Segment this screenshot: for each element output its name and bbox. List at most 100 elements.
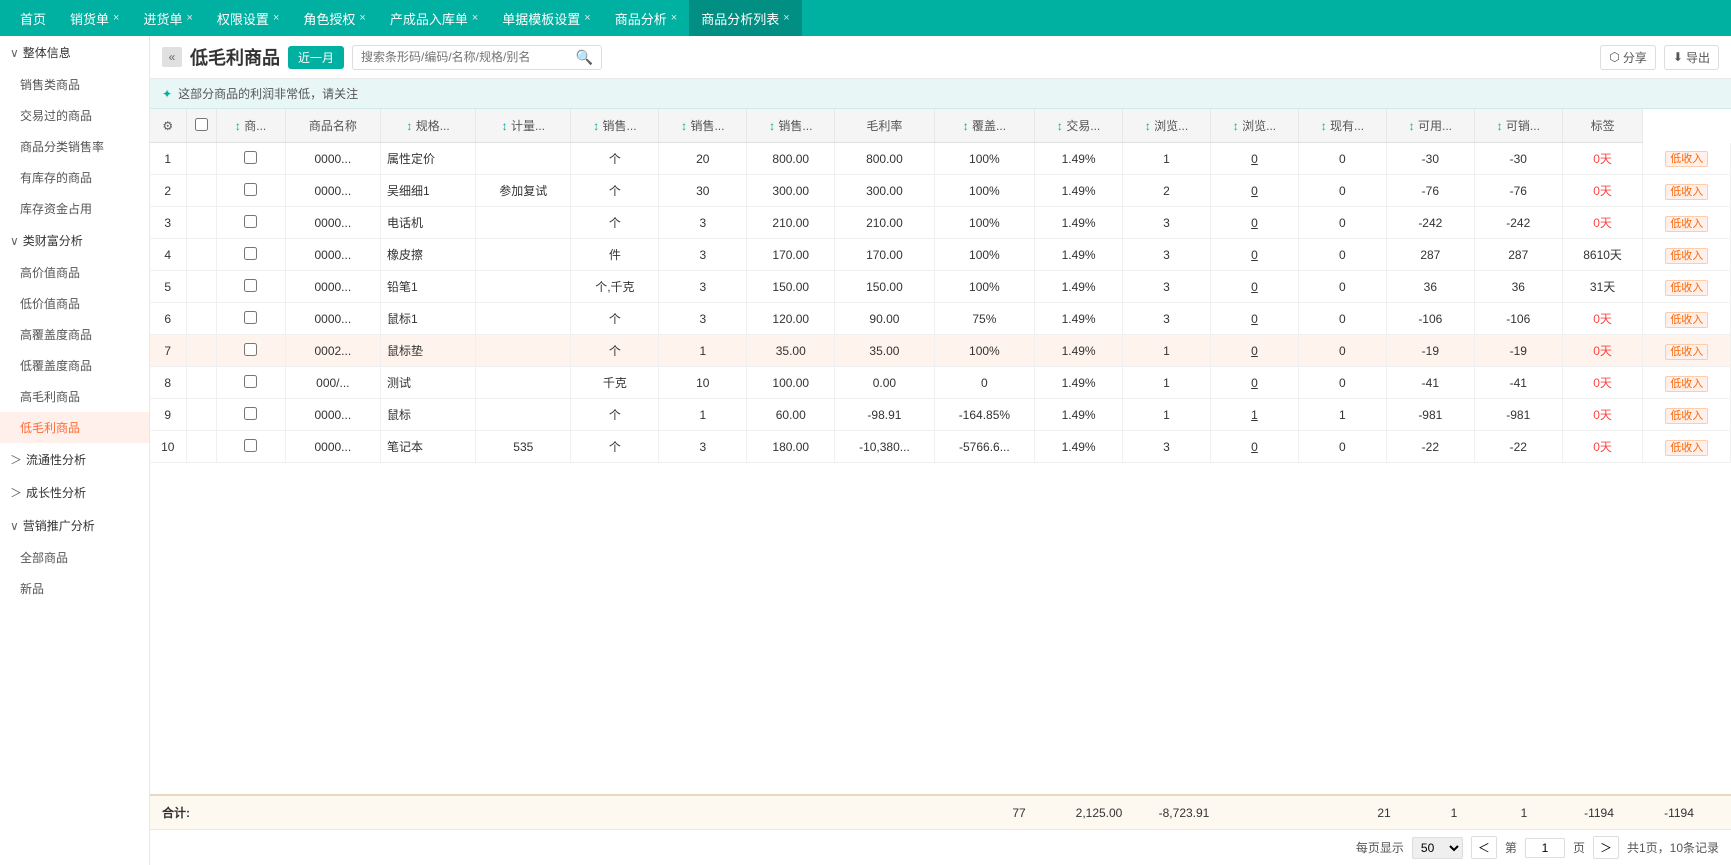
- sidebar-item-low-value[interactable]: 低价值商品: [0, 288, 149, 319]
- col-trans-count[interactable]: ↕ 交易...: [1035, 109, 1123, 143]
- close-icon[interactable]: ×: [584, 12, 590, 24]
- row-code: 0000...: [285, 431, 380, 463]
- row-browse1[interactable]: 0: [1210, 143, 1298, 175]
- row-browse1[interactable]: 0: [1210, 239, 1298, 271]
- nav-item-analysis-list[interactable]: 商品分析列表 ×: [689, 0, 801, 36]
- browse1-link[interactable]: 0: [1251, 280, 1258, 294]
- share-button[interactable]: ⬡ 分享: [1600, 45, 1656, 70]
- col-coverage[interactable]: ↕ 覆盖...: [934, 109, 1034, 143]
- close-icon[interactable]: ×: [186, 12, 192, 24]
- search-input[interactable]: [361, 50, 576, 64]
- close-icon[interactable]: ×: [113, 12, 119, 24]
- sidebar-item-low-coverage[interactable]: 低覆盖度商品: [0, 350, 149, 381]
- next-page-button[interactable]: ＞: [1593, 836, 1619, 859]
- sidebar-item-sales-products[interactable]: 销售类商品: [0, 69, 149, 100]
- row-checkbox[interactable]: [216, 399, 285, 431]
- col-sales-qty[interactable]: ↕ 销售...: [571, 109, 659, 143]
- row-code: 0000...: [285, 303, 380, 335]
- sidebar-section-overall[interactable]: ∨ 整体信息: [0, 36, 149, 69]
- nav-item-home[interactable]: 首页: [8, 0, 58, 36]
- col-unit[interactable]: ↕ 计量...: [476, 109, 571, 143]
- sidebar-section-growth[interactable]: ＞ 成长性分析: [0, 476, 149, 509]
- nav-item-purchase[interactable]: 进货单 ×: [131, 0, 204, 36]
- col-available-stock[interactable]: ↕ 可用...: [1386, 109, 1474, 143]
- browse1-link[interactable]: 0: [1251, 440, 1258, 454]
- row-code: 0000...: [285, 207, 380, 239]
- sidebar-section-marketing[interactable]: ∨ 营销推广分析: [0, 509, 149, 542]
- sidebar-section-wealth[interactable]: ∨ 类财富分析: [0, 224, 149, 257]
- row-checkbox[interactable]: [216, 335, 285, 367]
- row-browse1[interactable]: 0: [1210, 271, 1298, 303]
- close-icon[interactable]: ×: [359, 12, 365, 24]
- col-name[interactable]: 商品名称: [285, 109, 380, 143]
- col-browse1[interactable]: ↕ 浏览...: [1123, 109, 1211, 143]
- row-checkbox[interactable]: [216, 367, 285, 399]
- row-browse1[interactable]: 0: [1210, 303, 1298, 335]
- nav-item-roles[interactable]: 角色授权 ×: [291, 0, 377, 36]
- col-browse2[interactable]: ↕ 浏览...: [1210, 109, 1298, 143]
- nav-item-product-entry[interactable]: 产成品入库单 ×: [378, 0, 490, 36]
- browse1-link[interactable]: 0: [1251, 248, 1258, 262]
- per-page-select[interactable]: 50 10 20 100: [1412, 837, 1463, 859]
- row-browse1[interactable]: 0: [1210, 207, 1298, 239]
- browse1-link[interactable]: 0: [1251, 376, 1258, 390]
- browse1-link[interactable]: 0: [1251, 344, 1258, 358]
- export-button[interactable]: ⬇ 导出: [1664, 45, 1719, 70]
- col-sales-amount[interactable]: ↕ 销售...: [659, 109, 747, 143]
- search-icon[interactable]: 🔍: [576, 49, 593, 66]
- row-browse1[interactable]: 0: [1210, 175, 1298, 207]
- row-saleable-days: 0天: [1562, 143, 1643, 175]
- close-icon[interactable]: ×: [273, 12, 279, 24]
- select-all-checkbox[interactable]: [195, 118, 208, 131]
- nav-item-permissions[interactable]: 权限设置 ×: [205, 0, 291, 36]
- close-icon[interactable]: ×: [783, 12, 789, 24]
- sidebar-item-traded-products[interactable]: 交易过的商品: [0, 100, 149, 131]
- sidebar-item-high-value[interactable]: 高价值商品: [0, 257, 149, 288]
- row-sales-qty: 3: [659, 239, 747, 271]
- col-sales-profit[interactable]: ↕ 销售...: [747, 109, 835, 143]
- close-icon[interactable]: ×: [671, 12, 677, 24]
- nav-item-sales[interactable]: 销货单 ×: [58, 0, 131, 36]
- col-spec[interactable]: ↕ 规格...: [380, 109, 475, 143]
- sidebar-section-circulation[interactable]: ＞ 流通性分析: [0, 443, 149, 476]
- row-trans-count: 1: [1123, 399, 1211, 431]
- sidebar-item-category-sales-rate[interactable]: 商品分类销售率: [0, 131, 149, 162]
- row-checkbox[interactable]: [216, 431, 285, 463]
- row-browse1[interactable]: 0: [1210, 431, 1298, 463]
- browse1-link[interactable]: 0: [1251, 216, 1258, 230]
- sidebar-item-low-margin[interactable]: 低毛利商品: [0, 412, 149, 443]
- row-browse1[interactable]: 1: [1210, 399, 1298, 431]
- col-code[interactable]: ↕ 商...: [216, 109, 285, 143]
- browse1-link[interactable]: 0: [1251, 152, 1258, 166]
- col-saleable-stock[interactable]: ↕ 可销...: [1474, 109, 1562, 143]
- sidebar-item-in-stock[interactable]: 有库存的商品: [0, 162, 149, 193]
- row-checkbox[interactable]: [216, 175, 285, 207]
- col-gross-margin[interactable]: 毛利率: [835, 109, 934, 143]
- row-browse1[interactable]: 0: [1210, 335, 1298, 367]
- col-checkbox[interactable]: [186, 109, 216, 143]
- row-checkbox[interactable]: [216, 239, 285, 271]
- sidebar-item-all-products[interactable]: 全部商品: [0, 542, 149, 573]
- browse1-link[interactable]: 0: [1251, 184, 1258, 198]
- filter-recent-month-button[interactable]: 近一月: [288, 46, 344, 69]
- col-current-stock[interactable]: ↕ 现有...: [1298, 109, 1386, 143]
- row-checkbox[interactable]: [216, 207, 285, 239]
- sidebar-item-high-coverage[interactable]: 高覆盖度商品: [0, 319, 149, 350]
- collapse-sidebar-button[interactable]: «: [162, 47, 182, 67]
- row-browse1[interactable]: 0: [1210, 367, 1298, 399]
- sidebar-item-new-products[interactable]: 新品: [0, 573, 149, 604]
- close-icon[interactable]: ×: [472, 12, 478, 24]
- row-checkbox[interactable]: [216, 271, 285, 303]
- sidebar-item-high-margin[interactable]: 高毛利商品: [0, 381, 149, 412]
- row-checkbox[interactable]: [216, 143, 285, 175]
- browse1-link[interactable]: 0: [1251, 312, 1258, 326]
- sidebar-item-stock-capital[interactable]: 库存资金占用: [0, 193, 149, 224]
- page-input[interactable]: [1525, 838, 1565, 858]
- row-sales-amount: 170.00: [747, 239, 835, 271]
- prev-page-button[interactable]: ＜: [1471, 836, 1497, 859]
- row-checkbox[interactable]: [216, 303, 285, 335]
- browse1-link[interactable]: 1: [1251, 408, 1258, 422]
- col-settings[interactable]: ⚙: [150, 109, 186, 143]
- nav-item-analysis[interactable]: 商品分析 ×: [603, 0, 689, 36]
- nav-item-template[interactable]: 单据模板设置 ×: [490, 0, 602, 36]
